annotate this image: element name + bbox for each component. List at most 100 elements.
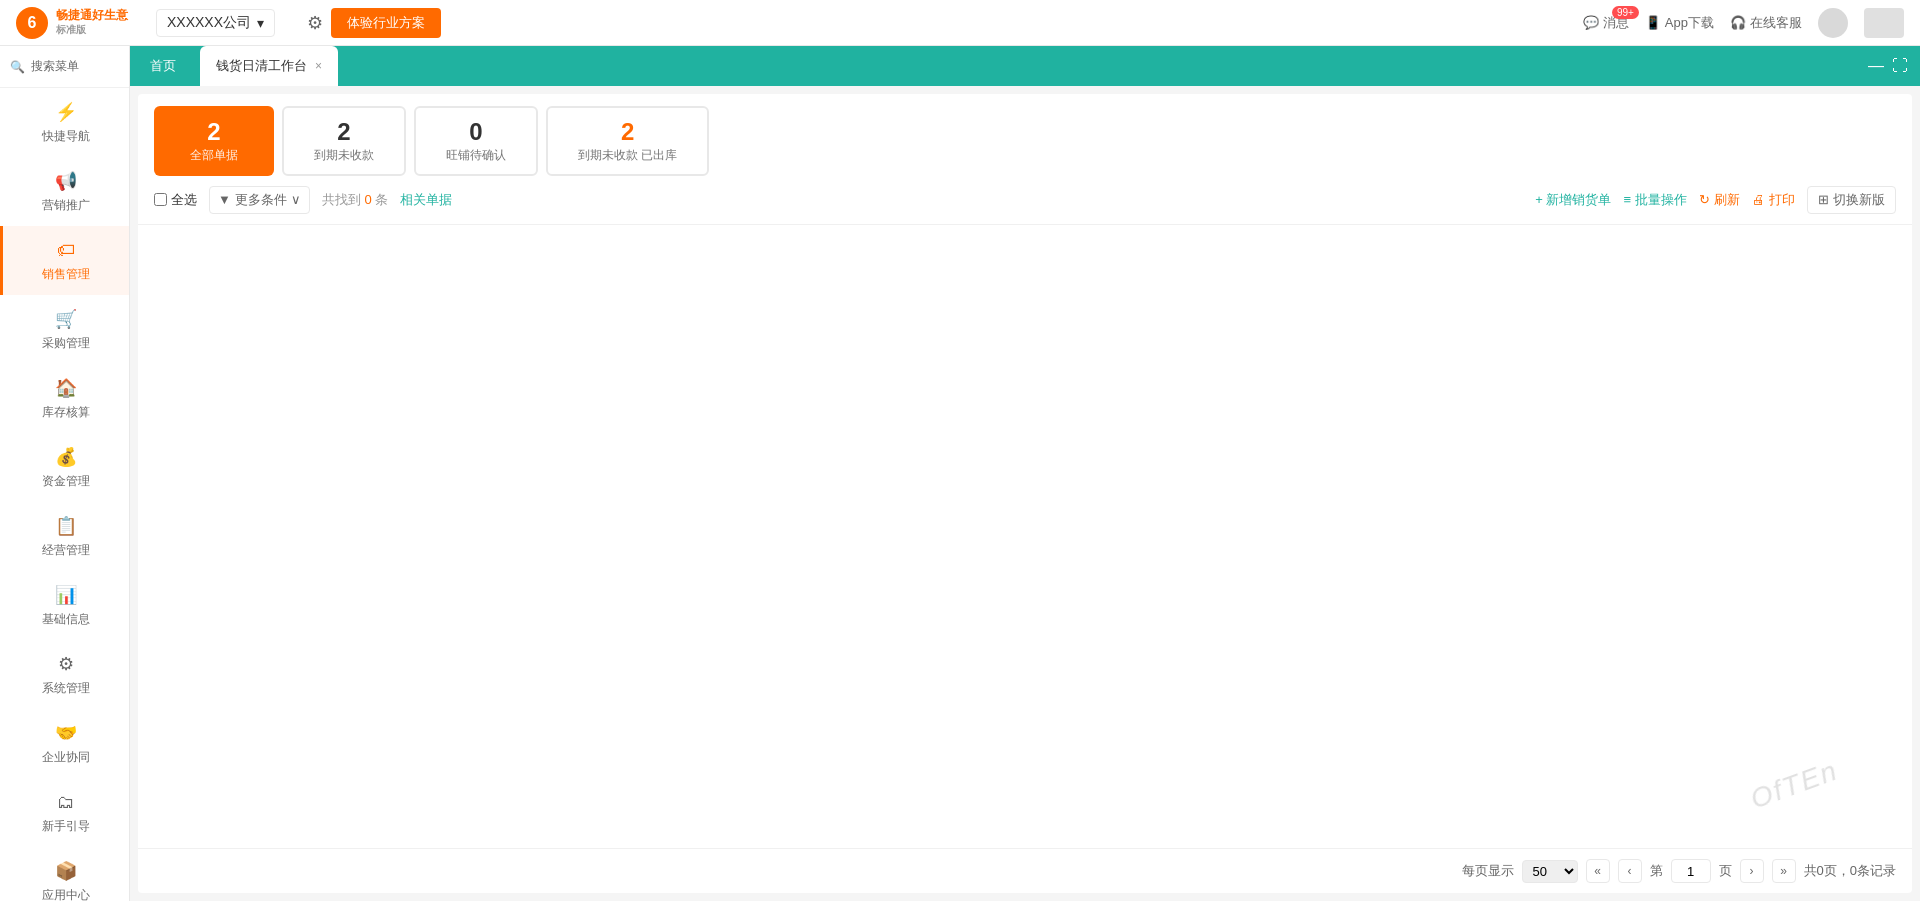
related-orders-link[interactable]: 相关单据 [400,191,452,209]
stat-cards: 2 全部单据 2 到期未收款 0 旺铺待确认 2 到期未收款 已出库 [138,94,1912,176]
sidebar-item-basic-info[interactable]: 📊 基础信息 [0,571,129,640]
stat-card-pending[interactable]: 0 旺铺待确认 [414,106,538,176]
sidebar-item-enterprise[interactable]: 🤝 企业协同 [0,709,129,778]
sidebar-item-label: 经营管理 [42,542,90,559]
sidebar-item-sales[interactable]: 🏷 销售管理 [0,226,129,295]
message-btn[interactable]: 💬 消息 99+ [1583,14,1629,32]
sidebar-item-label: 新手引导 [42,818,90,835]
print-btn[interactable]: 🖨 打印 [1752,191,1795,209]
per-page-select[interactable]: 50 100 200 [1522,860,1578,883]
filter-btn[interactable]: ▼ 更多条件 ∨ [209,186,310,214]
stat-num-shipped: 2 [621,118,634,147]
purchase-icon: 🛒 [54,307,78,331]
sidebar-item-marketing[interactable]: 📢 营销推广 [0,157,129,226]
stat-label-shipped: 到期未收款 已出库 [578,147,677,164]
stat-card-shipped[interactable]: 2 到期未收款 已出库 [546,106,709,176]
page-footer: 每页显示 50 100 200 « ‹ 第 页 › » 共0页，0条记录 [138,848,1912,893]
tab-workbench-label: 钱货日清工作台 [216,57,307,75]
per-page-label: 每页显示 [1462,862,1514,880]
tab-close-btn[interactable]: × [315,59,322,73]
switch-version-btn[interactable]: ⊞ 切换新版 [1807,186,1896,214]
company-selector[interactable]: XXXXXX公司 ▾ [156,9,275,37]
stat-label-all: 全部单据 [190,147,238,164]
tab-shrink-btn[interactable]: — [1868,57,1884,75]
notif-badge: 99+ [1612,6,1639,19]
tab-bar-actions: — ⛶ [1868,57,1920,75]
system-icon: ⚙ [54,652,78,676]
guide-icon: 🗂 [54,790,78,814]
sidebar-search[interactable]: 🔍 搜索菜单 [0,46,129,88]
page-label: 第 [1650,862,1663,880]
sidebar-item-system[interactable]: ⚙ 系统管理 [0,640,129,709]
switch-label: 切换新版 [1833,191,1885,209]
app-logo: 6 畅捷通好生意 标准版 [16,7,146,39]
basic-info-icon: 📊 [54,583,78,607]
tab-expand-btn[interactable]: ⛶ [1892,57,1908,75]
batch-ops-btn[interactable]: ≡ 批量操作 [1623,191,1687,209]
main-panel: 首页 钱货日清工作台 × — ⛶ 2 全部单据 2 [130,46,1920,901]
found-text: 共找到 0 条 [322,191,388,209]
topbar-actions: ⚙ 体验行业方案 [291,8,441,38]
print-icon: 🖨 [1752,192,1765,207]
tab-home[interactable]: 首页 [130,46,196,86]
sidebar-item-label: 应用中心 [42,887,90,901]
app-subtitle: 标准版 [56,23,128,37]
sidebar-item-app-center[interactable]: 📦 应用中心 [0,847,129,901]
filter-icon: ▼ [218,192,231,207]
main-layout: 🔍 搜索菜单 ⚡ 快捷导航 📢 营销推广 🏷 销售管理 🛒 采购管理 🏠 库存核… [0,46,1920,901]
inventory-icon: 🏠 [54,376,78,400]
sidebar-item-finance[interactable]: 💰 资金管理 [0,433,129,502]
page-last-btn[interactable]: » [1772,859,1796,883]
sidebar-item-operations[interactable]: 📋 经营管理 [0,502,129,571]
dropdown-icon: ▾ [257,15,264,31]
sidebar-item-label: 快捷导航 [42,128,90,145]
try-btn[interactable]: 体验行业方案 [331,8,441,38]
select-all-input[interactable] [154,193,167,206]
sidebar-item-guide[interactable]: 🗂 新手引导 [0,778,129,847]
stat-num-all: 2 [207,118,220,147]
sidebar-item-quick-nav[interactable]: ⚡ 快捷导航 [0,88,129,157]
toolbar: 全选 ▼ 更多条件 ∨ 共找到 0 条 相关单据 [138,176,1912,225]
select-all-checkbox[interactable]: 全选 [154,191,197,209]
page-next-btn[interactable]: › [1740,859,1764,883]
batch-icon: ≡ [1623,192,1631,207]
stat-card-overdue[interactable]: 2 到期未收款 [282,106,406,176]
new-sale-btn[interactable]: + 新增销货单 [1535,191,1611,209]
app-download-btn[interactable]: 📱 App下载 [1645,14,1714,32]
sidebar: 🔍 搜索菜单 ⚡ 快捷导航 📢 营销推广 🏷 销售管理 🛒 采购管理 🏠 库存核… [0,46,130,901]
page-first-btn[interactable]: « [1586,859,1610,883]
sidebar-item-label: 销售管理 [42,266,90,283]
user-avatar[interactable] [1818,8,1848,38]
refresh-btn[interactable]: ↻ 刷新 [1699,191,1740,209]
topbar-right: 💬 消息 99+ 📱 App下载 🎧 在线客服 [1583,8,1904,38]
operations-icon: 📋 [54,514,78,538]
page-content: 2 全部单据 2 到期未收款 0 旺铺待确认 2 到期未收款 已出库 [130,86,1920,901]
topbar: 6 畅捷通好生意 标准版 XXXXXX公司 ▾ ⚙ 体验行业方案 💬 消息 99… [0,0,1920,46]
toolbar-right: + 新增销货单 ≡ 批量操作 ↻ 刷新 🖨 打印 [1535,186,1896,214]
page-end-label: 页 [1719,862,1732,880]
batch-label: 批量操作 [1635,191,1687,209]
stat-card-all[interactable]: 2 全部单据 [154,106,274,176]
service-icon: 🎧 [1730,15,1746,30]
stat-label-overdue: 到期未收款 [314,147,374,164]
settings-icon[interactable]: ⚙ [307,12,323,34]
found-count: 0 [365,192,372,207]
sidebar-item-label: 营销推广 [42,197,90,214]
enterprise-icon: 🤝 [54,721,78,745]
tab-workbench[interactable]: 钱货日清工作台 × [200,46,338,86]
page-prev-btn[interactable]: ‹ [1618,859,1642,883]
online-service-btn[interactable]: 🎧 在线客服 [1730,14,1802,32]
finance-icon: 💰 [54,445,78,469]
logo-icon: 6 [16,7,48,39]
tab-bar: 首页 钱货日清工作台 × — ⛶ [130,46,1920,86]
stat-num-overdue: 2 [337,118,350,147]
print-label: 打印 [1769,191,1795,209]
sidebar-item-purchase[interactable]: 🛒 采购管理 [0,295,129,364]
select-all-label: 全选 [171,191,197,209]
sidebar-item-label: 库存核算 [42,404,90,421]
sidebar-item-inventory[interactable]: 🏠 库存核算 [0,364,129,433]
page-input[interactable] [1671,859,1711,883]
user-info[interactable] [1864,8,1904,38]
sidebar-item-label: 企业协同 [42,749,90,766]
refresh-icon: ↻ [1699,192,1710,207]
